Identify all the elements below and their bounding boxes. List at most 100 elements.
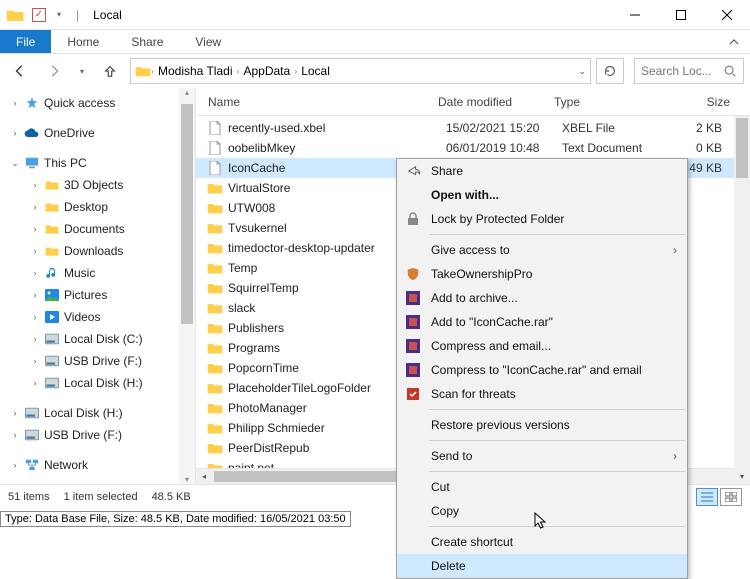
shield-icon xyxy=(403,264,423,284)
folder-icon xyxy=(206,300,224,316)
file-row[interactable]: oobelibMkey06/01/2019 10:48Text Document… xyxy=(196,138,750,158)
tab-file[interactable]: File xyxy=(0,30,51,53)
item-icon xyxy=(44,177,60,193)
scan-icon xyxy=(403,384,423,404)
close-button[interactable] xyxy=(704,0,750,30)
menu-item-lock-folder[interactable]: Lock by Protected Folder xyxy=(397,207,687,231)
vertical-scrollbar[interactable]: ▴ ▾ xyxy=(734,116,750,484)
menu-item-share[interactable]: Share xyxy=(397,159,687,183)
tab-view[interactable]: View xyxy=(179,30,237,53)
chevron-right-icon: › xyxy=(673,449,677,463)
column-header-type[interactable]: Type xyxy=(554,95,654,109)
folder-icon xyxy=(206,340,224,356)
qat-properties-icon[interactable]: ✓ xyxy=(28,4,50,26)
refresh-button[interactable] xyxy=(596,58,624,84)
column-header-size[interactable]: Size xyxy=(654,95,750,109)
folder-icon xyxy=(206,260,224,276)
minimize-button[interactable] xyxy=(612,0,658,30)
folder-icon xyxy=(206,180,224,196)
file-date: 06/01/2019 10:48 xyxy=(446,141,562,155)
menu-item-compress-email[interactable]: Compress and email... xyxy=(397,334,687,358)
file-icon xyxy=(206,120,224,136)
view-icons-button[interactable] xyxy=(720,488,742,506)
mouse-cursor-icon xyxy=(534,512,548,535)
breadcrumb-part[interactable]: Local xyxy=(297,64,334,78)
qat-folder-icon[interactable] xyxy=(4,4,26,26)
search-icon xyxy=(723,64,737,78)
breadcrumb-part[interactable]: Modisha Tladi xyxy=(154,64,236,78)
breadcrumb[interactable]: › Modisha Tladi › AppData › Local ⌄ xyxy=(130,58,591,84)
file-icon xyxy=(206,160,224,176)
file-name: recently-used.xbel xyxy=(224,121,446,135)
menu-item-scan[interactable]: Scan for threats xyxy=(397,382,687,406)
menu-item-restore[interactable]: Restore previous versions xyxy=(397,413,687,437)
folder-icon xyxy=(206,220,224,236)
pc-icon xyxy=(24,155,40,171)
breadcrumb-part[interactable]: AppData xyxy=(239,64,294,78)
ribbon-collapse-icon[interactable] xyxy=(718,30,750,53)
back-button[interactable] xyxy=(6,57,34,85)
file-row[interactable]: recently-used.xbel15/02/2021 15:20XBEL F… xyxy=(196,118,750,138)
menu-item-add-archive[interactable]: Add to archive... xyxy=(397,286,687,310)
item-icon xyxy=(44,353,60,369)
menu-item-delete[interactable]: Delete xyxy=(397,554,687,578)
chevron-right-icon: › xyxy=(673,243,677,257)
file-type: XBEL File xyxy=(562,121,662,135)
tab-home[interactable]: Home xyxy=(51,30,115,53)
file-icon xyxy=(206,140,224,156)
menu-item-cut[interactable]: Cut xyxy=(397,475,687,499)
menu-item-add-rar[interactable]: Add to "IconCache.rar" xyxy=(397,310,687,334)
search-placeholder: Search Loc... xyxy=(641,64,712,78)
forward-button[interactable] xyxy=(40,57,68,85)
folder-icon xyxy=(206,280,224,296)
cloud-icon xyxy=(24,125,40,141)
status-selected-count: 1 item selected xyxy=(64,491,138,503)
column-header-name[interactable]: Name xyxy=(202,95,438,109)
winrar-icon xyxy=(403,360,423,380)
sidebar-item[interactable]: ›Pictures xyxy=(0,284,195,306)
sidebar-item[interactable]: ›Documents xyxy=(0,218,195,240)
view-details-button[interactable] xyxy=(696,488,718,506)
file-date: 15/02/2021 15:20 xyxy=(446,121,562,135)
sidebar-item[interactable]: ›USB Drive (F:) xyxy=(0,424,195,446)
sidebar-item-this-pc[interactable]: ⌄ This PC xyxy=(0,152,195,174)
status-selection-size: 48.5 KB xyxy=(152,491,191,503)
sidebar-item[interactable]: ›Downloads xyxy=(0,240,195,262)
menu-item-open-with[interactable]: Open with... xyxy=(397,183,687,207)
folder-icon xyxy=(206,380,224,396)
sidebar-item[interactable]: ›Local Disk (C:) xyxy=(0,328,195,350)
sidebar-item[interactable]: ›3D Objects xyxy=(0,174,195,196)
disk-icon xyxy=(24,405,40,421)
up-button[interactable] xyxy=(96,57,124,85)
folder-icon xyxy=(206,400,224,416)
folder-icon xyxy=(206,320,224,336)
folder-icon xyxy=(206,200,224,216)
file-type: Text Document xyxy=(562,141,662,155)
lock-icon xyxy=(403,209,423,229)
network-icon xyxy=(24,457,40,473)
sidebar-item-network[interactable]: › Network xyxy=(0,454,195,476)
file-name: oobelibMkey xyxy=(224,141,446,155)
sidebar-item-quick-access[interactable]: › Quick access xyxy=(0,92,195,114)
maximize-button[interactable] xyxy=(658,0,704,30)
sidebar-item-onedrive[interactable]: › OneDrive xyxy=(0,122,195,144)
qat-dropdown-icon[interactable]: ▾ xyxy=(52,4,66,26)
menu-item-take-ownership[interactable]: TakeOwnershipPro xyxy=(397,262,687,286)
sidebar-item[interactable]: ›USB Drive (F:) xyxy=(0,350,195,372)
menu-item-compress-rar-email[interactable]: Compress to "IconCache.rar" and email xyxy=(397,358,687,382)
sidebar-item[interactable]: ›Local Disk (H:) xyxy=(0,372,195,394)
item-icon xyxy=(44,287,60,303)
sidebar-item[interactable]: ›Desktop xyxy=(0,196,195,218)
column-header-date[interactable]: Date modified xyxy=(438,95,554,109)
status-tooltip: Type: Data Base File, Size: 48.5 KB, Dat… xyxy=(0,511,351,527)
recent-locations-button[interactable]: ▾ xyxy=(74,57,90,85)
tab-share[interactable]: Share xyxy=(115,30,179,53)
item-icon xyxy=(44,375,60,391)
menu-item-give-access[interactable]: Give access to › xyxy=(397,238,687,262)
item-icon xyxy=(44,265,60,281)
sidebar-item[interactable]: ›Music xyxy=(0,262,195,284)
sidebar-item[interactable]: ›Local Disk (H:) xyxy=(0,402,195,424)
menu-item-send-to[interactable]: Send to › xyxy=(397,444,687,468)
search-input[interactable]: Search Loc... xyxy=(634,58,744,84)
sidebar-item[interactable]: ›Videos xyxy=(0,306,195,328)
